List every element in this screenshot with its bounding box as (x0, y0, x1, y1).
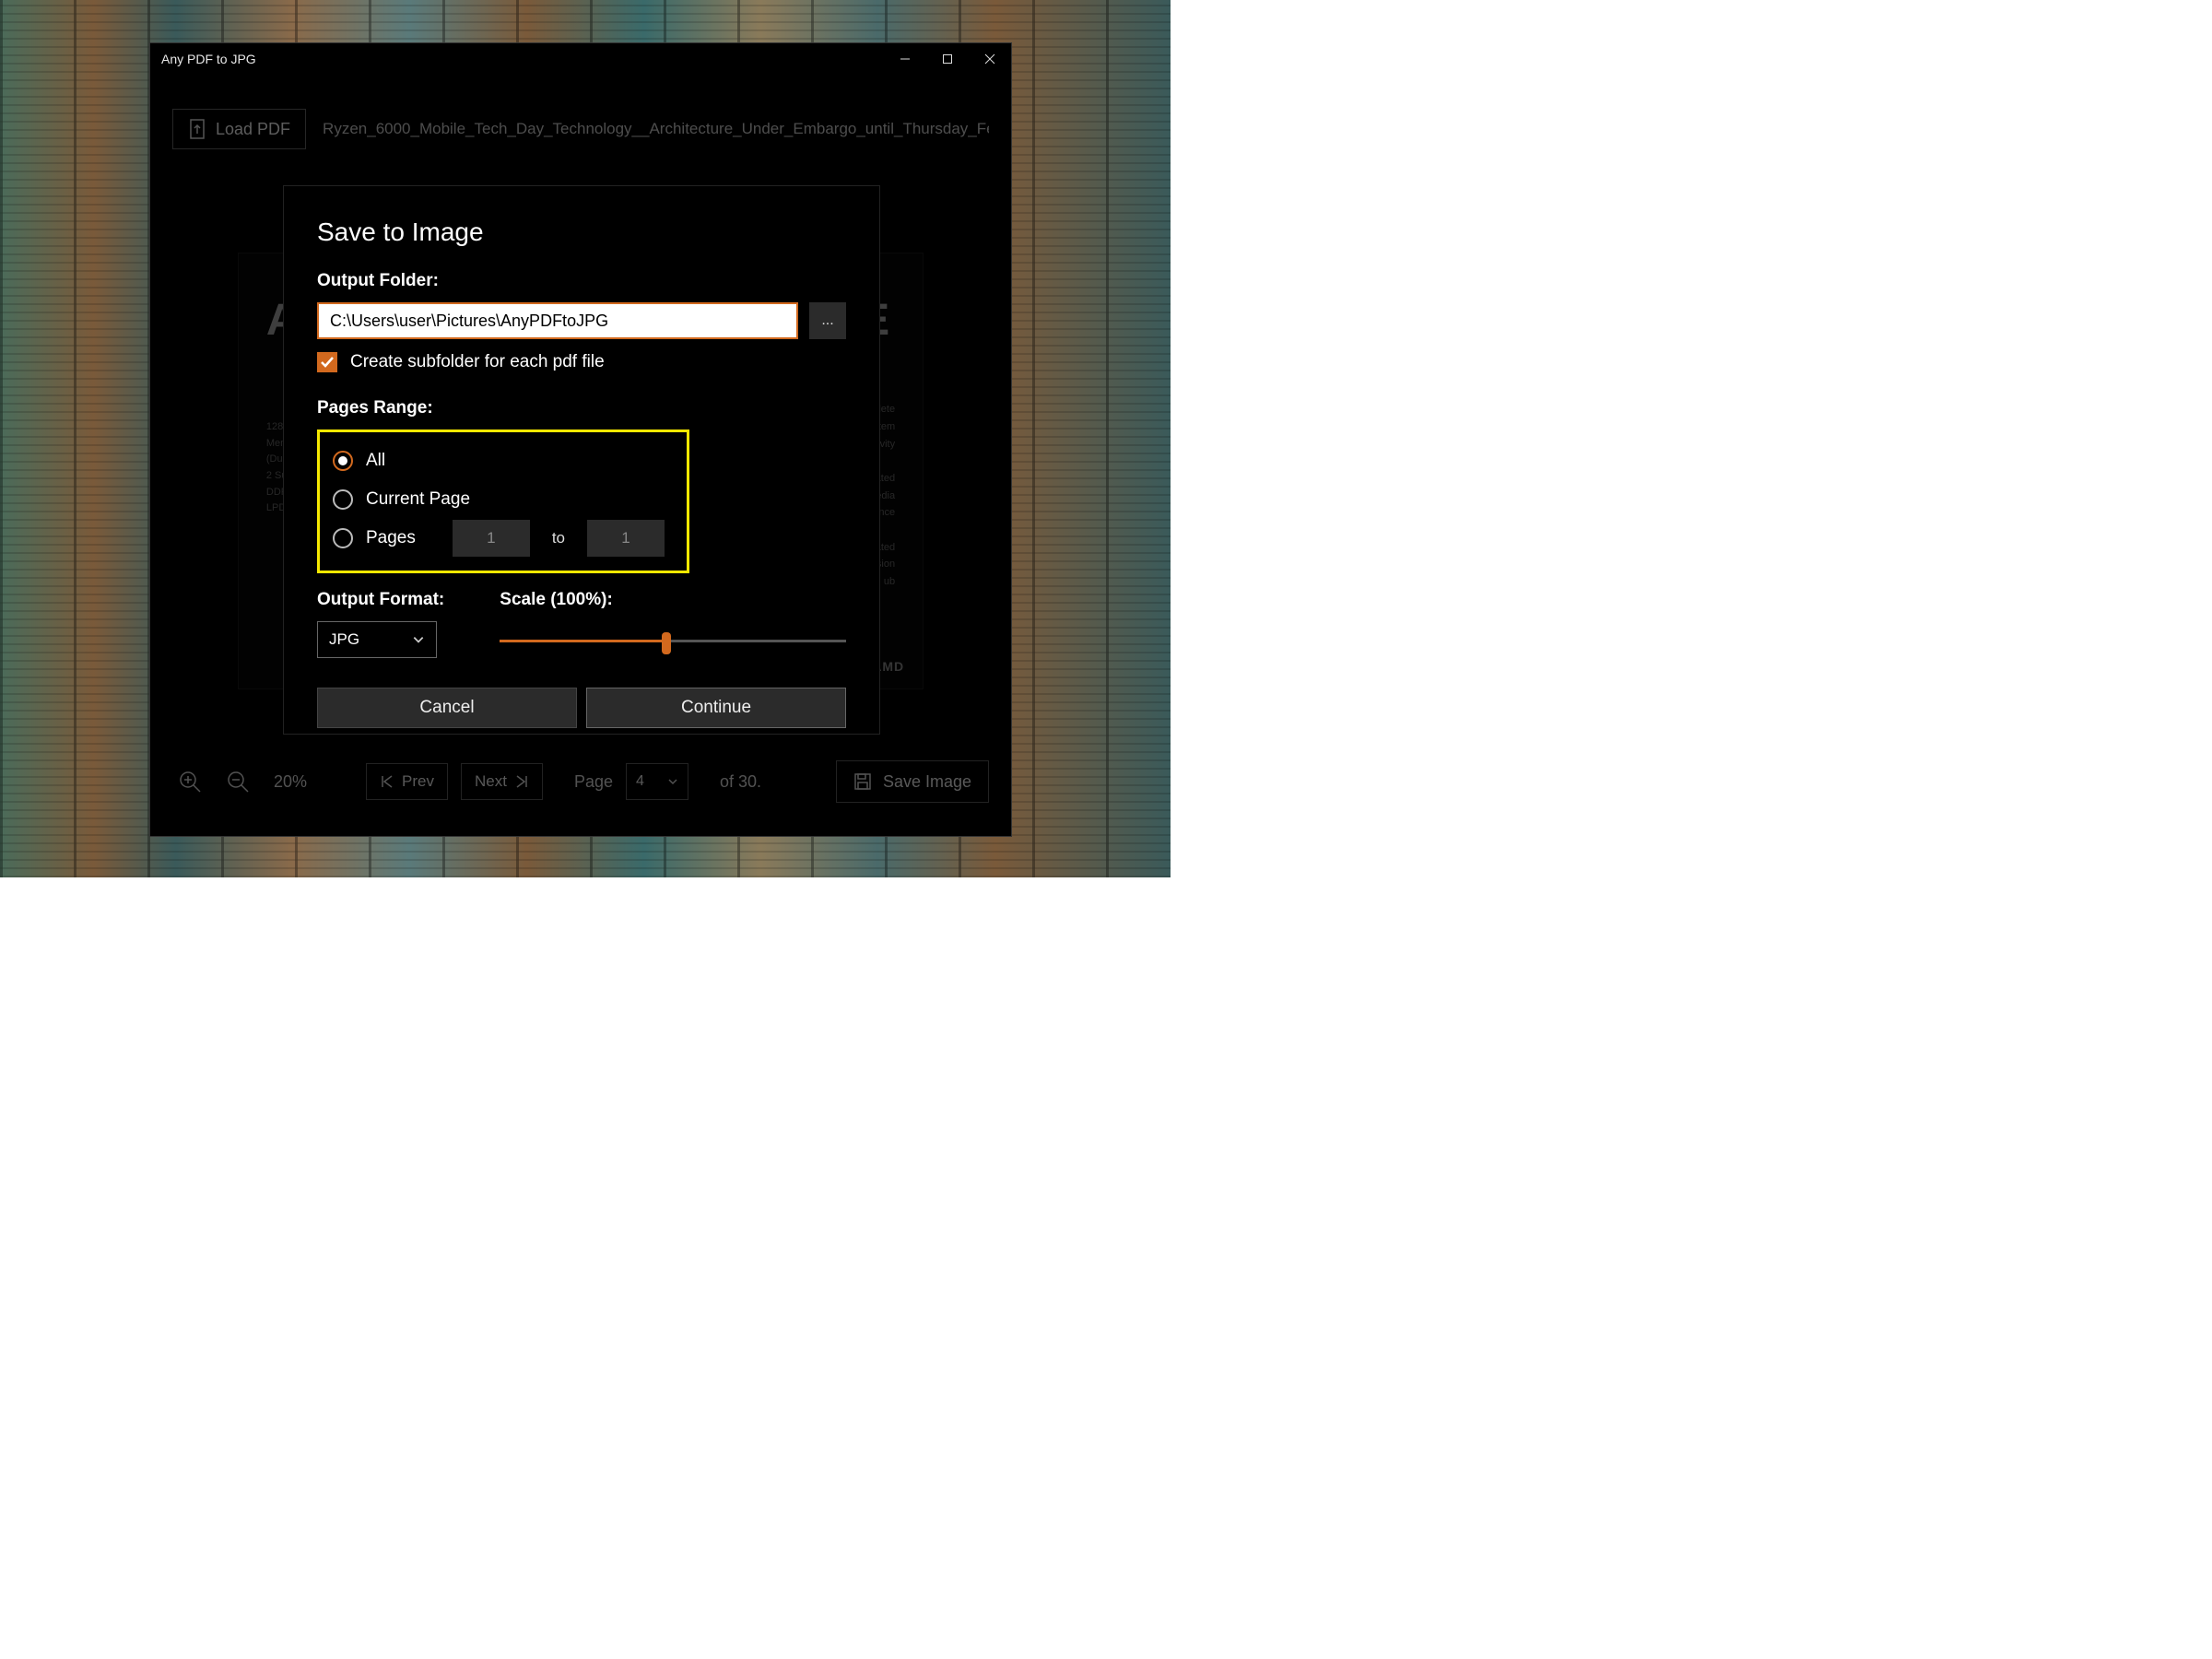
titlebar: Any PDF to JPG (150, 43, 1011, 75)
scale-label: Scale (100%): (500, 590, 846, 610)
current-file-name: Ryzen_6000_Mobile_Tech_Day_Technology__A… (323, 120, 989, 138)
continue-button[interactable]: Continue (586, 688, 846, 728)
radio-current-label: Current Page (366, 489, 470, 510)
load-pdf-label: Load PDF (216, 120, 290, 139)
next-label: Next (475, 772, 507, 791)
bottom-toolbar: 20% Prev Next Page 4 of 30. Save Imag (172, 749, 989, 814)
output-format-value: JPG (329, 630, 359, 649)
prev-page-button[interactable]: Prev (366, 763, 448, 800)
output-format-label: Output Format: (317, 590, 444, 610)
page-of: of 30. (720, 772, 761, 792)
check-icon (320, 355, 335, 370)
chevron-down-icon (412, 633, 425, 646)
slider-thumb[interactable] (662, 632, 671, 654)
window-title: Any PDF to JPG (161, 52, 256, 66)
create-subfolder-label: Create subfolder for each pdf file (350, 352, 605, 372)
pages-range-label: Pages Range: (317, 398, 846, 418)
radio-current-page[interactable] (333, 489, 353, 510)
scale-slider[interactable] (500, 623, 846, 660)
pages-to-label: to (552, 529, 565, 547)
radio-all[interactable] (333, 451, 353, 471)
app-window: Any PDF to JPG Load PDF Ryzen_6000_Mobil… (149, 42, 1012, 837)
dialog-title: Save to Image (317, 218, 846, 247)
save-image-button[interactable]: Save Image (836, 760, 989, 803)
radio-pages-label: Pages (366, 528, 430, 548)
desktop-wallpaper: Any PDF to JPG Load PDF Ryzen_6000_Mobil… (0, 0, 1171, 877)
save-label: Save Image (883, 772, 971, 792)
pages-range-group: All Current Page Pages to (317, 429, 689, 573)
pages-from-input[interactable] (453, 520, 530, 557)
load-pdf-button[interactable]: Load PDF (172, 109, 306, 149)
minimize-button[interactable] (884, 43, 926, 75)
slider-fill (500, 640, 665, 642)
browse-folder-button[interactable]: ... (809, 302, 846, 339)
zoom-out-button[interactable] (220, 764, 255, 799)
save-icon (853, 772, 872, 791)
page-value: 4 (636, 773, 644, 790)
chevron-down-icon (667, 776, 678, 787)
prev-label: Prev (402, 772, 434, 791)
output-format-select[interactable]: JPG (317, 621, 437, 658)
output-folder-label: Output Folder: (317, 271, 846, 291)
skip-prev-icon (380, 774, 394, 789)
top-toolbar: Load PDF Ryzen_6000_Mobile_Tech_Day_Tech… (172, 100, 989, 158)
page-select[interactable]: 4 (626, 763, 688, 800)
radio-pages[interactable] (333, 528, 353, 548)
page-label: Page (574, 772, 613, 792)
save-to-image-dialog: Save to Image Output Folder: ... Create … (283, 185, 880, 735)
cancel-button[interactable]: Cancel (317, 688, 577, 728)
maximize-button[interactable] (926, 43, 969, 75)
create-subfolder-checkbox[interactable] (317, 352, 337, 372)
skip-next-icon (514, 774, 529, 789)
close-button[interactable] (969, 43, 1011, 75)
output-folder-input[interactable] (317, 302, 798, 339)
zoom-in-button[interactable] (172, 764, 207, 799)
zoom-level: 20% (274, 772, 307, 792)
pages-to-input[interactable] (587, 520, 665, 557)
load-icon (188, 118, 206, 140)
radio-all-label: All (366, 451, 385, 471)
next-page-button[interactable]: Next (461, 763, 543, 800)
